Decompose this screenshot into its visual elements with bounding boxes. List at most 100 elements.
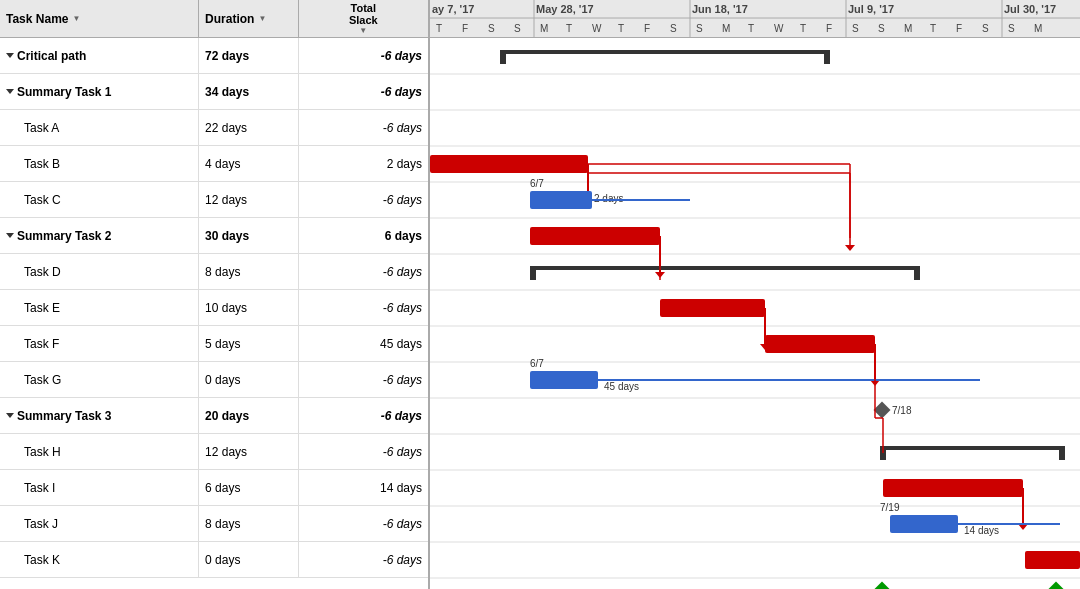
cell-slack-taskG: -6 days <box>299 362 428 397</box>
cell-name-summary2: Summary Task 2 <box>0 218 199 253</box>
row-taskA[interactable]: Task A 22 days -6 days <box>0 110 428 146</box>
label-taskF-date: 6/7 <box>530 358 544 369</box>
cell-duration-taskF: 5 days <box>199 326 299 361</box>
cell-duration-taskI: 6 days <box>199 470 299 505</box>
cell-slack-summary3: -6 days <box>299 398 428 433</box>
svg-text:T: T <box>566 23 572 34</box>
cell-name-taskJ: Task J <box>0 506 199 541</box>
bar-taskE <box>765 335 875 353</box>
col-duration-label: Duration <box>205 12 254 26</box>
gantt-header: ay 7, '17 May 28, '17 Jun 18, '17 Jul 9,… <box>430 0 1080 38</box>
cell-name-taskD: Task D <box>0 254 199 289</box>
cell-duration-summary1: 34 days <box>199 74 299 109</box>
cell-duration-taskJ: 8 days <box>199 506 299 541</box>
cell-slack-taskJ: -6 days <box>299 506 428 541</box>
bar-taskC <box>530 227 660 245</box>
row-summary2[interactable]: Summary Task 2 30 days 6 days <box>0 218 428 254</box>
bar-taskD <box>660 299 765 317</box>
svg-text:T: T <box>800 23 806 34</box>
cell-duration-taskH: 12 days <box>199 434 299 469</box>
cell-duration-taskB: 4 days <box>199 146 299 181</box>
svg-text:S: S <box>514 23 521 34</box>
svg-text:F: F <box>826 23 832 34</box>
row-taskG[interactable]: Task G 0 days -6 days <box>0 362 428 398</box>
row-taskD[interactable]: Task D 8 days -6 days <box>0 254 428 290</box>
row-taskJ[interactable]: Task J 8 days -6 days <box>0 506 428 542</box>
cell-duration-taskD: 8 days <box>199 254 299 289</box>
svg-text:T: T <box>436 23 442 34</box>
gantt-chart: ay 7, '17 May 28, '17 Jun 18, '17 Jul 9,… <box>430 0 1080 589</box>
row-taskE[interactable]: Task E 10 days -6 days <box>0 290 428 326</box>
col-name-sort-icon[interactable]: ▼ <box>72 14 80 23</box>
svg-text:S: S <box>696 23 703 34</box>
cell-name-critical-path: Critical path <box>0 38 199 73</box>
cell-slack-taskC: -6 days <box>299 182 428 217</box>
bar-taskB <box>530 191 592 209</box>
cell-slack-taskI: 14 days <box>299 470 428 505</box>
cell-duration-taskA: 22 days <box>199 110 299 145</box>
bar-taskA <box>430 155 588 173</box>
cell-name-taskI: Task I <box>0 470 199 505</box>
svg-rect-63 <box>880 446 886 460</box>
row-critical-path[interactable]: Critical path 72 days -6 days <box>0 38 428 74</box>
svg-marker-58 <box>760 344 770 350</box>
label-taskB-date: 6/7 <box>530 178 544 189</box>
cell-duration-summary3: 20 days <box>199 398 299 433</box>
cell-slack-taskA: -6 days <box>299 110 428 145</box>
bar-taskF <box>530 371 598 389</box>
cell-name-summary1: Summary Task 1 <box>0 74 199 109</box>
cell-slack-summary1: -6 days <box>299 74 428 109</box>
col-slack-line2: Slack <box>349 14 378 26</box>
row-taskI[interactable]: Task I 6 days 14 days <box>0 470 428 506</box>
cell-slack-taskD: -6 days <box>299 254 428 289</box>
label-taskG-date: 7/18 <box>892 405 912 416</box>
expand-icon-summary3[interactable] <box>6 413 14 418</box>
cell-slack-taskH: -6 days <box>299 434 428 469</box>
row-summary3[interactable]: Summary Task 3 20 days -6 days <box>0 398 428 434</box>
svg-text:S: S <box>982 23 989 34</box>
svg-text:F: F <box>462 23 468 34</box>
row-taskC[interactable]: Task C 12 days -6 days <box>0 182 428 218</box>
expand-icon-summary1[interactable] <box>6 89 14 94</box>
date-label-jun18: Jun 18, '17 <box>692 3 748 15</box>
cell-name-taskF: Task F <box>0 326 199 361</box>
svg-text:S: S <box>1008 23 1015 34</box>
expand-icon-summary2[interactable] <box>6 233 14 238</box>
expand-icon-critical-path[interactable] <box>6 53 14 58</box>
svg-text:W: W <box>592 23 602 34</box>
bar-taskJ <box>1025 551 1080 569</box>
svg-text:S: S <box>878 23 885 34</box>
row-taskF[interactable]: Task F 5 days 45 days <box>0 326 428 362</box>
cell-slack-taskK: -6 days <box>299 542 428 577</box>
col-name-header[interactable]: Task Name ▼ <box>0 0 199 37</box>
task-table: Task Name ▼ Duration ▼ Total Slack ▼ Cri… <box>0 0 430 589</box>
cell-slack-taskF: 45 days <box>299 326 428 361</box>
svg-rect-44 <box>500 50 830 54</box>
cell-name-taskG: Task G <box>0 362 199 397</box>
date-label-jul9: Jul 9, '17 <box>848 3 894 15</box>
bar-taskI <box>890 515 958 533</box>
svg-text:F: F <box>956 23 962 34</box>
col-slack-sort-icon[interactable]: ▼ <box>359 26 367 35</box>
label-taskI-slack: 14 days <box>964 525 999 536</box>
milestone-taskK2 <box>1048 582 1065 589</box>
row-taskB[interactable]: Task B 4 days 2 days <box>0 146 428 182</box>
col-name-label: Task Name <box>6 12 68 26</box>
col-duration-header[interactable]: Duration ▼ <box>199 0 299 37</box>
row-summary1[interactable]: Summary Task 1 34 days -6 days <box>0 74 428 110</box>
gantt-bars-svg: 6/7 2 days <box>430 38 1080 589</box>
svg-rect-64 <box>1059 446 1065 460</box>
row-taskK[interactable]: Task K 0 days -6 days <box>0 542 428 578</box>
col-duration-sort-icon[interactable]: ▼ <box>258 14 266 23</box>
col-slack-header[interactable]: Total Slack ▼ <box>299 0 428 37</box>
svg-rect-45 <box>500 50 506 64</box>
label-taskI-date: 7/19 <box>880 502 900 513</box>
svg-text:T: T <box>930 23 936 34</box>
svg-marker-51 <box>655 272 665 278</box>
cell-name-taskH: Task H <box>0 434 199 469</box>
milestone-taskG <box>874 402 891 419</box>
cell-name-taskE: Task E <box>0 290 199 325</box>
milestone-taskK <box>874 582 891 589</box>
svg-text:T: T <box>618 23 624 34</box>
row-taskH[interactable]: Task H 12 days -6 days <box>0 434 428 470</box>
